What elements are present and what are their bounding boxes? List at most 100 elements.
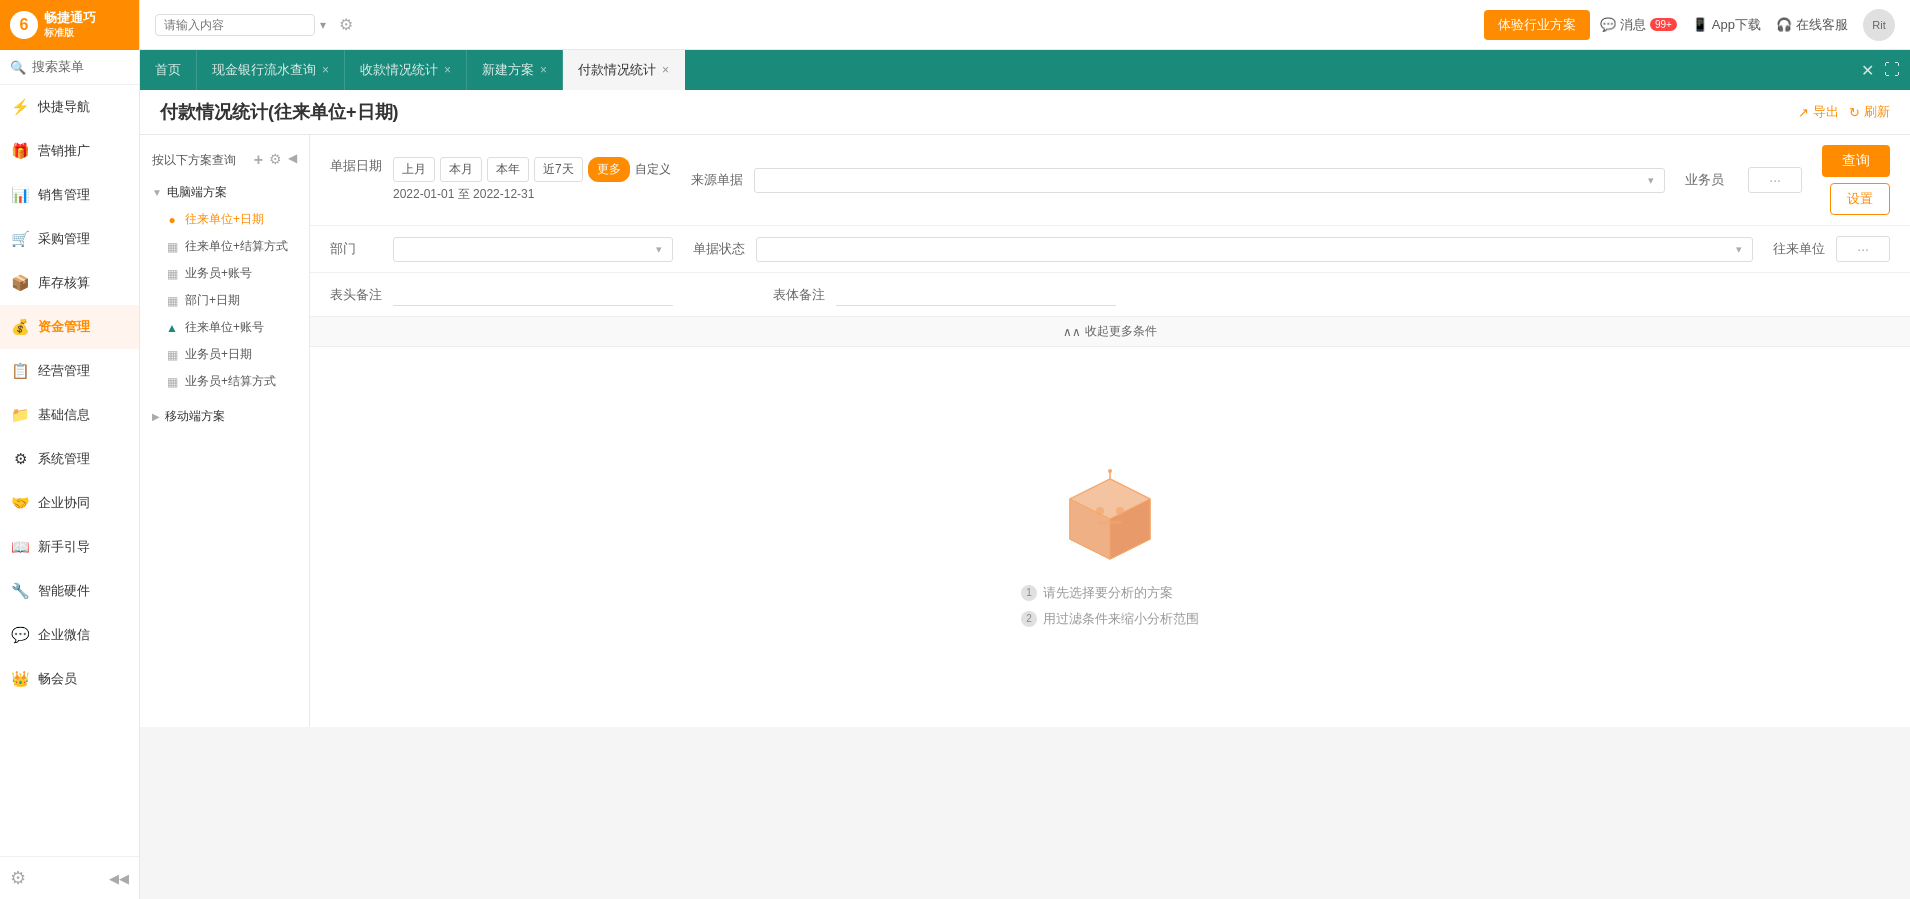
scheme-staff-date[interactable]: ▦ 业务员+日期 [140,341,309,368]
tab-bank-flow-close[interactable]: × [322,63,329,77]
sidebar-item-basic[interactable]: 📁 基础信息 [0,393,139,437]
search-menu[interactable]: 🔍 搜索菜单 [0,50,139,85]
main-body: 按以下方案查询 + ⚙ ◀ ▼ 电脑端方案 ● 往来单位+日期 [140,135,1910,727]
sidebar-item-enterprise[interactable]: 🤝 企业协同 [0,481,139,525]
query-btn-group: 查询 设置 [1822,145,1890,215]
sidebar-item-purchase[interactable]: 🛒 采购管理 [0,217,139,261]
sidebar-item-inventory[interactable]: 📦 库存核算 [0,261,139,305]
scheme-staff-account-label: 业务员+账号 [185,265,252,282]
query-button[interactable]: 查询 [1822,145,1890,177]
date-custom-label[interactable]: 自定义 [635,161,671,178]
header-note-input[interactable] [393,283,673,306]
member-icon: 👑 [10,669,30,689]
scheme-unit-date[interactable]: ● 往来单位+日期 [140,206,309,233]
sidebar-item-sales[interactable]: 📊 销售管理 [0,173,139,217]
left-panel: 按以下方案查询 + ⚙ ◀ ▼ 电脑端方案 ● 往来单位+日期 [140,135,310,727]
date-last-month-btn[interactable]: 上月 [393,157,435,182]
export-label: 导出 [1813,103,1839,121]
mobile-scheme-group: ▶ 移动端方案 [140,399,309,434]
sidebar-item-hardware[interactable]: 🔧 智能硬件 [0,569,139,613]
scheme-unit-date-label: 往来单位+日期 [185,211,264,228]
scheme-staff-settle[interactable]: ▦ 业务员+结算方式 [140,368,309,395]
system-icon: ⚙ [10,449,30,469]
refresh-button[interactable]: ↻ 刷新 [1849,103,1890,121]
tab-receivable[interactable]: 收款情况统计 × [345,50,467,90]
tab-payment-stat-close[interactable]: × [662,63,669,77]
scheme-dept-date[interactable]: ▦ 部门+日期 [140,287,309,314]
sales-icon: 📊 [10,185,30,205]
date-this-month-btn[interactable]: 本月 [440,157,482,182]
scheme-staff-account[interactable]: ▦ 业务员+账号 [140,260,309,287]
scheme-staff-settle-icon: ▦ [164,374,180,390]
app-label: App下载 [1712,16,1761,34]
wechat-icon: 💬 [10,625,30,645]
left-panel-title: 按以下方案查询 [152,152,236,169]
tab-receivable-close[interactable]: × [444,63,451,77]
sidebar-item-member[interactable]: 👑 畅会员 [0,657,139,701]
message-label: 消息 [1620,16,1646,34]
service-icon: 🎧 [1776,17,1792,32]
sidebar-item-wechat[interactable]: 💬 企业微信 [0,613,139,657]
body-note-input[interactable] [836,283,1116,306]
body-note-label: 表体备注 [773,286,828,304]
tab-home[interactable]: 首页 [140,50,197,90]
dropdown-arrow-icon[interactable]: ▾ [320,18,326,32]
user-avatar[interactable]: Rit [1863,9,1895,41]
source-select[interactable]: ▾ [754,168,1666,193]
tab-bank-flow-label: 现金银行流水查询 [212,61,316,79]
tab-new-scheme-close[interactable]: × [540,63,547,77]
mobile-scheme-group-title[interactable]: ▶ 移动端方案 [140,403,309,430]
desktop-scheme-group-title[interactable]: ▼ 电脑端方案 [140,179,309,206]
sidebar-item-label: 采购管理 [38,230,90,248]
trade-unit-dots[interactable]: ··· [1836,236,1890,262]
sidebar-item-quick-nav[interactable]: ⚡ 快捷导航 [0,85,139,129]
sidebar-collapse-icon[interactable]: ◀◀ [109,871,129,886]
sidebar-menu: ⚡ 快捷导航 🎁 营销推广 📊 销售管理 🛒 采购管理 📦 库存核算 💰 资金管… [0,85,139,856]
scheme-unit-account[interactable]: ▲ 往来单位+账号 [140,314,309,341]
sidebar-item-system[interactable]: ⚙ 系统管理 [0,437,139,481]
purchase-icon: 🛒 [10,229,30,249]
tab-new-scheme[interactable]: 新建方案 × [467,50,563,90]
staff-dots[interactable]: ··· [1748,167,1802,193]
tab-bank-flow[interactable]: 现金银行流水查询 × [197,50,345,90]
date-this-year-btn[interactable]: 本年 [487,157,529,182]
date-more-btn[interactable]: 更多 [588,157,630,182]
sidebar-item-finance[interactable]: 💰 资金管理 [0,305,139,349]
main-content: ▾ ⚙ 体验行业方案 💬 消息 99+ 📱 App下载 🎧 在线客服 Rit [140,0,1910,899]
breadcrumb-input[interactable] [155,14,315,36]
sidebar-item-marketing[interactable]: 🎁 营销推广 [0,129,139,173]
tab-close-all-icon[interactable]: ✕ [1861,61,1874,80]
collapse-more-button[interactable]: ∧∧ 收起更多条件 [310,316,1910,346]
dept-select[interactable]: ▾ [393,237,673,262]
dept-label: 部门 [330,240,385,258]
app-download-button[interactable]: 📱 App下载 [1692,16,1761,34]
tab-payment-stat[interactable]: 付款情况统计 × [563,50,685,90]
tab-expand-icon[interactable]: ⛶ [1884,61,1900,79]
settings-gear-icon[interactable]: ⚙ [339,15,353,34]
online-service-button[interactable]: 🎧 在线客服 [1776,16,1848,34]
bill-status-select[interactable]: ▾ [756,237,1753,262]
quick-nav-icon: ⚡ [10,97,30,117]
filter-settings-button[interactable]: 设置 [1830,183,1890,215]
sidebar-item-guide[interactable]: 📖 新手引导 [0,525,139,569]
logo-icon: 6 [10,11,38,39]
scheme-settings-icon[interactable]: ⚙ [269,151,282,169]
scheme-collapse-icon[interactable]: ◀ [288,151,297,169]
trial-industry-button[interactable]: 体验行业方案 [1484,10,1590,40]
scheme-staff-settle-label: 业务员+结算方式 [185,373,276,390]
date-last-7-btn[interactable]: 近7天 [534,157,583,182]
scheme-unit-date-icon: ● [164,212,180,228]
sidebar-item-label: 营销推广 [38,142,90,160]
filter-row-3: 表头备注 表体备注 [310,273,1910,316]
sidebar-item-management[interactable]: 📋 经营管理 [0,349,139,393]
export-button[interactable]: ↗ 导出 [1798,103,1839,121]
collapse-icon: ∧∧ [1063,325,1081,339]
sidebar-settings-icon[interactable]: ⚙ [10,867,26,889]
scheme-dept-date-label: 部门+日期 [185,292,240,309]
date-range-row: 2022-01-01 至 2022-12-31 [393,186,671,203]
message-button[interactable]: 💬 消息 99+ [1600,16,1677,34]
empty-content-area: 1 请先选择要分析的方案 2 用过滤条件来缩小分析范围 [310,347,1910,727]
add-scheme-icon[interactable]: + [254,151,263,169]
scheme-unit-settle[interactable]: ▦ 往来单位+结算方式 [140,233,309,260]
export-icon: ↗ [1798,105,1809,120]
